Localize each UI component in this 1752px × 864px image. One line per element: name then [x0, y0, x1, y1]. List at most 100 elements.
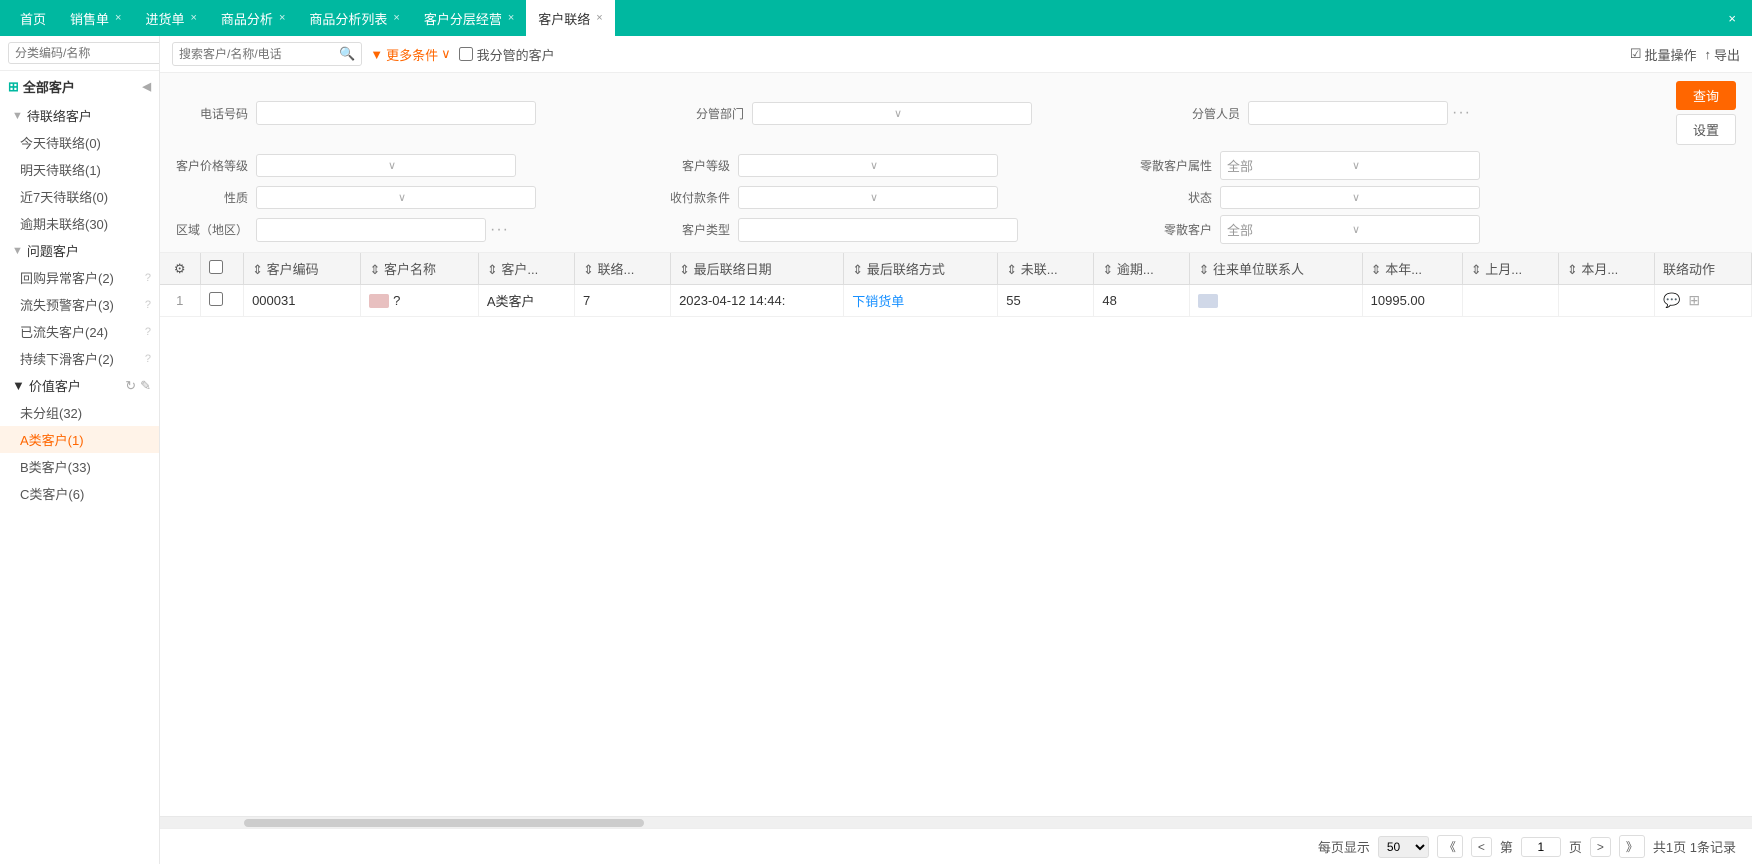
filter-panel: 电话号码 分管部门 ∨ 分管人员 ··· 查询 设置	[160, 73, 1752, 253]
nav-purchase-order[interactable]: 进货单 ×	[133, 0, 208, 36]
col-thismonth-sort-icon[interactable]: ⇕	[1567, 262, 1578, 277]
table-settings-col[interactable]: ⚙	[160, 253, 200, 285]
nav-product-analysis[interactable]: 商品分析 ×	[209, 0, 297, 36]
phone-input[interactable]	[256, 101, 536, 125]
filter-customer-type: 客户类型	[658, 218, 1140, 242]
col-code-sort-icon[interactable]: ⇕	[252, 262, 263, 277]
row-checkbox-cell[interactable]	[200, 285, 244, 317]
col-level-sort-icon[interactable]: ⇕	[487, 262, 498, 277]
sidebar-item-b-class[interactable]: B类客户(33)	[0, 453, 159, 480]
first-page-button[interactable]: 《	[1437, 835, 1463, 858]
customer-type-input[interactable]	[738, 218, 1018, 242]
problem-customers-group[interactable]: ▼ 问题客户	[0, 237, 159, 264]
col-method-sort-icon[interactable]: ⇕	[852, 262, 863, 277]
manager-label: 分管人员	[1168, 105, 1248, 122]
dept-select[interactable]: ∨	[752, 102, 1032, 125]
select-all-checkbox[interactable]	[209, 260, 223, 274]
export-button[interactable]: ↑ 导出	[1704, 45, 1740, 64]
nav-product-analysis-list[interactable]: 商品分析列表 ×	[297, 0, 411, 36]
customer-name-swatch	[369, 294, 389, 308]
close-product-analysis-list[interactable]: ×	[393, 12, 399, 24]
problem-customers-arrow: ▼	[12, 245, 23, 257]
retail-attr-select[interactable]: 全部 ∨	[1220, 151, 1480, 180]
toolbar-search-icon[interactable]: 🔍	[339, 46, 355, 62]
page-size-select[interactable]: 20 50 100	[1378, 836, 1429, 858]
sidebar-item-a-class[interactable]: A类客户(1)	[0, 426, 159, 453]
my-customer-checkbox-label[interactable]: 我分管的客户	[459, 45, 555, 64]
sidebar-item-repurchase-abnormal[interactable]: 回购异常客户(2) ?	[0, 264, 159, 291]
pending-contact-group[interactable]: ▼ 待联络客户	[0, 102, 159, 129]
sidebar-item-unclassified[interactable]: 未分组(32)	[0, 399, 159, 426]
sidebar-item-c-class[interactable]: C类客户(6)	[0, 480, 159, 507]
row-not-contact: 55	[998, 285, 1094, 317]
sidebar-item-declining[interactable]: 持续下滑客户(2) ?	[0, 345, 159, 372]
help-icon-churned[interactable]: ?	[145, 326, 151, 338]
batch-operations-button[interactable]: ☑ 批量操作	[1630, 45, 1697, 64]
col-visit-sort-icon[interactable]: ⇕	[1198, 262, 1209, 277]
col-name-sort-icon[interactable]: ⇕	[369, 262, 380, 277]
help-icon-declining[interactable]: ?	[145, 353, 151, 365]
row-checkbox[interactable]	[209, 292, 223, 306]
sidebar-item-today-pending[interactable]: 今天待联络(0)	[0, 129, 159, 156]
filter-more-button[interactable]: ▼ 更多条件 ∨	[370, 45, 450, 64]
nav-customer-segment[interactable]: 客户分层经营 ×	[412, 0, 526, 36]
settings-button[interactable]: 设置	[1676, 114, 1736, 145]
help-icon-churn-warning[interactable]: ?	[145, 299, 151, 311]
col-lastmonth-sort-icon[interactable]: ⇕	[1471, 262, 1482, 277]
batch-icon: ☑	[1630, 46, 1642, 62]
region-input[interactable]	[256, 218, 486, 242]
payment-select[interactable]: ∨	[738, 186, 998, 209]
col-notcontact-sort-icon[interactable]: ⇕	[1006, 262, 1017, 277]
nav-home[interactable]: 首页	[8, 0, 58, 36]
sidebar-item-churned[interactable]: 已流失客户(24) ?	[0, 318, 159, 345]
query-button[interactable]: 查询	[1676, 81, 1736, 110]
close-sales-order[interactable]: ×	[115, 12, 121, 24]
manager-dots-btn[interactable]: ···	[1452, 104, 1471, 122]
sidebar-collapse-btn[interactable]: ◀	[143, 80, 151, 93]
toolbar-search-input[interactable]	[179, 47, 339, 61]
close-customer-segment[interactable]: ×	[508, 12, 514, 24]
col-thisyear-sort-icon[interactable]: ⇕	[1371, 262, 1382, 277]
scrollbar-thumb[interactable]	[244, 819, 644, 827]
col-overdue-sort-icon[interactable]: ⇕	[1102, 262, 1113, 277]
col-date-sort-icon[interactable]: ⇕	[679, 262, 690, 277]
nav-customer-contact[interactable]: 客户联络 ×	[526, 0, 614, 36]
region-dots-btn[interactable]: ···	[490, 221, 509, 239]
global-close-button[interactable]: ×	[1720, 7, 1744, 30]
sidebar-item-churn-warning[interactable]: 流失预警客户(3) ?	[0, 291, 159, 318]
row-actions: 💬 ⊞	[1663, 292, 1743, 309]
last-contact-method-link[interactable]: 下销货单	[852, 294, 904, 309]
price-level-select[interactable]: ∨	[256, 154, 516, 177]
region-label: 区域（地区）	[176, 221, 256, 238]
refresh-icon[interactable]: ↻	[125, 378, 136, 394]
sidebar-item-7days-pending[interactable]: 近7天待联络(0)	[0, 183, 159, 210]
nature-select[interactable]: ∨	[256, 186, 536, 209]
sidebar-item-tomorrow-pending[interactable]: 明天待联络(1)	[0, 156, 159, 183]
dept-label: 分管部门	[672, 105, 752, 122]
sidebar-search-input[interactable]	[8, 42, 160, 64]
row-this-year: 10995.00	[1362, 285, 1462, 317]
next-page-button[interactable]: >	[1590, 837, 1611, 857]
sidebar-item-overdue-contact[interactable]: 逾期未联络(30)	[0, 210, 159, 237]
table-checkbox-col[interactable]	[200, 253, 244, 285]
close-customer-contact[interactable]: ×	[596, 12, 602, 24]
prev-page-button[interactable]: <	[1471, 837, 1492, 857]
all-customers-header[interactable]: ⊞ 全部客户 ◀	[0, 71, 159, 102]
horizontal-scrollbar[interactable]	[160, 816, 1752, 828]
last-page-button[interactable]: 》	[1619, 835, 1645, 858]
nav-sales-order[interactable]: 销售单 ×	[58, 0, 133, 36]
edit-icon[interactable]: ✎	[140, 378, 151, 394]
customer-level-select[interactable]: ∨	[738, 154, 998, 177]
status-select[interactable]: ∨	[1220, 186, 1480, 209]
manager-input[interactable]	[1248, 101, 1448, 125]
close-purchase-order[interactable]: ×	[190, 12, 196, 24]
table-settings-icon[interactable]: ⚙	[174, 261, 186, 276]
col-contact-sort-icon[interactable]: ⇕	[583, 262, 594, 277]
retail-customer-select[interactable]: 全部 ∨	[1220, 215, 1480, 244]
page-number-input[interactable]	[1521, 837, 1561, 857]
close-product-analysis[interactable]: ×	[279, 12, 285, 24]
chat-action-icon[interactable]: 💬	[1663, 292, 1680, 309]
help-icon-repurchase[interactable]: ?	[145, 272, 151, 284]
my-customer-checkbox[interactable]	[459, 47, 473, 61]
grid-action-icon[interactable]: ⊞	[1688, 292, 1700, 309]
